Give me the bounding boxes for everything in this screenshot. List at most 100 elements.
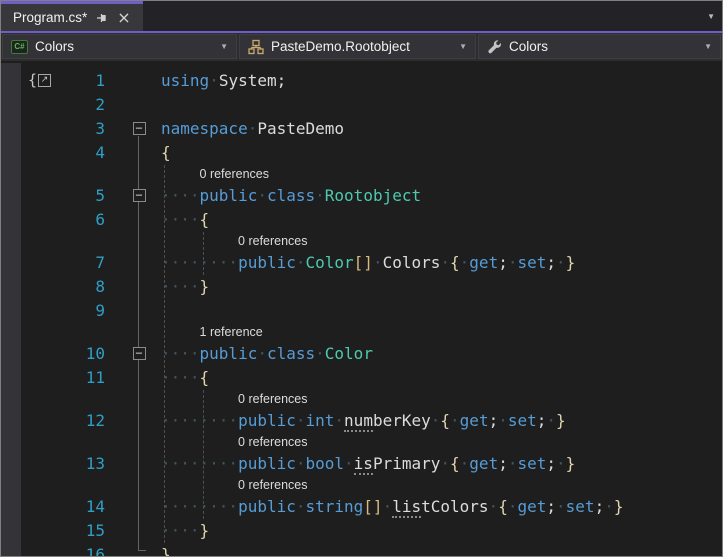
glyph-margin[interactable] — [1, 63, 21, 556]
close-icon[interactable] — [117, 11, 130, 25]
whitespace-dots: ···· — [161, 521, 200, 540]
line-number[interactable]: 5 — [21, 184, 117, 208]
line-number[interactable]: 15 — [21, 519, 117, 543]
code-line[interactable]: 16} — [21, 543, 722, 556]
code-token: set — [507, 411, 537, 430]
line-number[interactable]: 8 — [21, 275, 117, 299]
type-dropdown-label: PasteDemo.Rootobject — [271, 39, 410, 54]
outlining-margin — [117, 409, 161, 433]
code-line[interactable]: 12 ········public·int·numberKey·{·get;·se… — [21, 409, 722, 433]
line-number[interactable]: 6 — [21, 208, 117, 232]
whitespace-dots: ···· — [161, 277, 200, 296]
whitespace-dots: · — [498, 411, 508, 430]
code-line[interactable]: 2 — [21, 93, 722, 117]
tab-title: Program.cs* — [13, 10, 88, 25]
line-number[interactable]: 12 — [21, 409, 117, 433]
line-number[interactable]: 9 — [21, 299, 117, 323]
fold-collapse-box[interactable] — [132, 122, 146, 135]
code-token: Color — [324, 344, 373, 363]
code-token: { — [450, 253, 460, 272]
code-line[interactable]: 5····public·class·Rootobject — [21, 184, 722, 208]
code-line[interactable]: 6 ····{ — [21, 208, 722, 232]
code-line[interactable]: 11 ····{ — [21, 366, 722, 390]
whitespace-dots: ········ — [161, 497, 239, 516]
outlining-margin — [117, 141, 161, 165]
tab-list-dropdown-icon[interactable] — [707, 12, 715, 21]
class-icon — [248, 39, 264, 55]
code-line[interactable]: 8 ····} — [21, 275, 722, 299]
brace-hint-icon[interactable] — [28, 71, 52, 89]
code-token: ; — [488, 411, 499, 430]
tab-program-cs[interactable]: Program.cs* — [1, 1, 143, 31]
code-line[interactable]: 3 namespace·PasteDemo — [21, 117, 722, 141]
wrench-icon — [487, 39, 502, 54]
codelens-references[interactable]: 1 reference — [200, 323, 263, 342]
line-number[interactable] — [21, 323, 117, 342]
whitespace-dots: · — [295, 497, 306, 516]
line-number[interactable]: 11 — [21, 366, 117, 390]
code-token: get — [517, 497, 547, 516]
code-line[interactable]: 14 ········public·string[]·listColors·{·g… — [21, 495, 722, 519]
outlining-margin — [117, 232, 161, 251]
chevron-down-icon — [220, 42, 228, 51]
outlining-margin — [117, 452, 161, 476]
code-token: public — [238, 411, 296, 430]
codelens-references[interactable]: 0 references — [238, 390, 307, 409]
whitespace-dots: ········ — [161, 253, 239, 272]
fold-collapse-box[interactable] — [132, 347, 146, 360]
pin-icon[interactable] — [95, 11, 109, 25]
line-number[interactable]: 16 — [21, 543, 117, 556]
line-number[interactable]: 14 — [21, 495, 117, 519]
line-number[interactable]: 13 — [21, 452, 117, 476]
code-line[interactable]: 10····public·class·Color — [21, 342, 722, 366]
outlining-margin — [117, 117, 161, 141]
project-dropdown[interactable]: Colors — [2, 34, 237, 59]
codelens-row: 0 references — [21, 433, 722, 452]
fold-collapse-box[interactable] — [132, 189, 146, 202]
code-line[interactable]: 4{ — [21, 141, 722, 165]
codelens-references[interactable]: 0 references — [238, 232, 307, 251]
codelens-references[interactable]: 0 references — [200, 165, 269, 184]
whitespace-dots: ···· — [161, 210, 200, 229]
codelens-references[interactable]: 0 references — [238, 476, 307, 495]
code-line[interactable]: 7 ········public·Color[]·Colors·{·get;·se… — [21, 251, 722, 275]
code-token: ; — [594, 497, 605, 516]
code-token: public — [238, 454, 296, 473]
line-number[interactable] — [21, 232, 117, 251]
code-line[interactable]: 9 — [21, 299, 722, 323]
line-number[interactable]: 3 — [21, 117, 117, 141]
whitespace-dots: · — [372, 253, 383, 272]
arrow-box-glyph — [38, 73, 52, 87]
code-token: Rootobject — [324, 186, 422, 205]
outlining-margin — [117, 390, 161, 409]
line-number[interactable]: 2 — [21, 93, 117, 117]
code-token: { — [199, 210, 210, 229]
codelens-references[interactable]: 0 references — [238, 433, 307, 452]
outlining-margin — [117, 208, 161, 232]
code-line[interactable]: 13 ········public·bool·isPrimary·{·get;·s… — [21, 452, 722, 476]
code-token: public — [238, 497, 296, 516]
outlining-margin — [117, 342, 161, 366]
line-number[interactable]: 10 — [21, 342, 117, 366]
outlining-margin — [117, 495, 161, 519]
code-token: ; — [498, 454, 508, 473]
code-token: ; — [276, 71, 287, 90]
code-token: get — [469, 253, 499, 272]
line-number[interactable] — [21, 476, 117, 495]
type-dropdown[interactable]: PasteDemo.Rootobject — [239, 34, 476, 59]
code-line[interactable]: 1 using·System; — [21, 69, 722, 93]
line-number[interactable] — [21, 390, 117, 409]
line-number[interactable]: 4 — [21, 141, 117, 165]
whitespace-dots: ········ — [161, 411, 239, 430]
editor-content[interactable]: 1using·System;23namespace·PasteDemo4{0 r… — [21, 63, 722, 556]
line-number[interactable] — [21, 165, 117, 184]
member-dropdown[interactable]: Colors — [478, 34, 721, 59]
outlining-margin — [117, 476, 161, 495]
code-line[interactable]: 15 ····} — [21, 519, 722, 543]
outlining-margin — [117, 323, 161, 342]
outlining-margin — [117, 165, 161, 184]
line-number[interactable] — [21, 433, 117, 452]
whitespace-dots: · — [315, 186, 325, 205]
line-number[interactable]: 7 — [21, 251, 117, 275]
whitespace-dots: · — [257, 186, 267, 205]
